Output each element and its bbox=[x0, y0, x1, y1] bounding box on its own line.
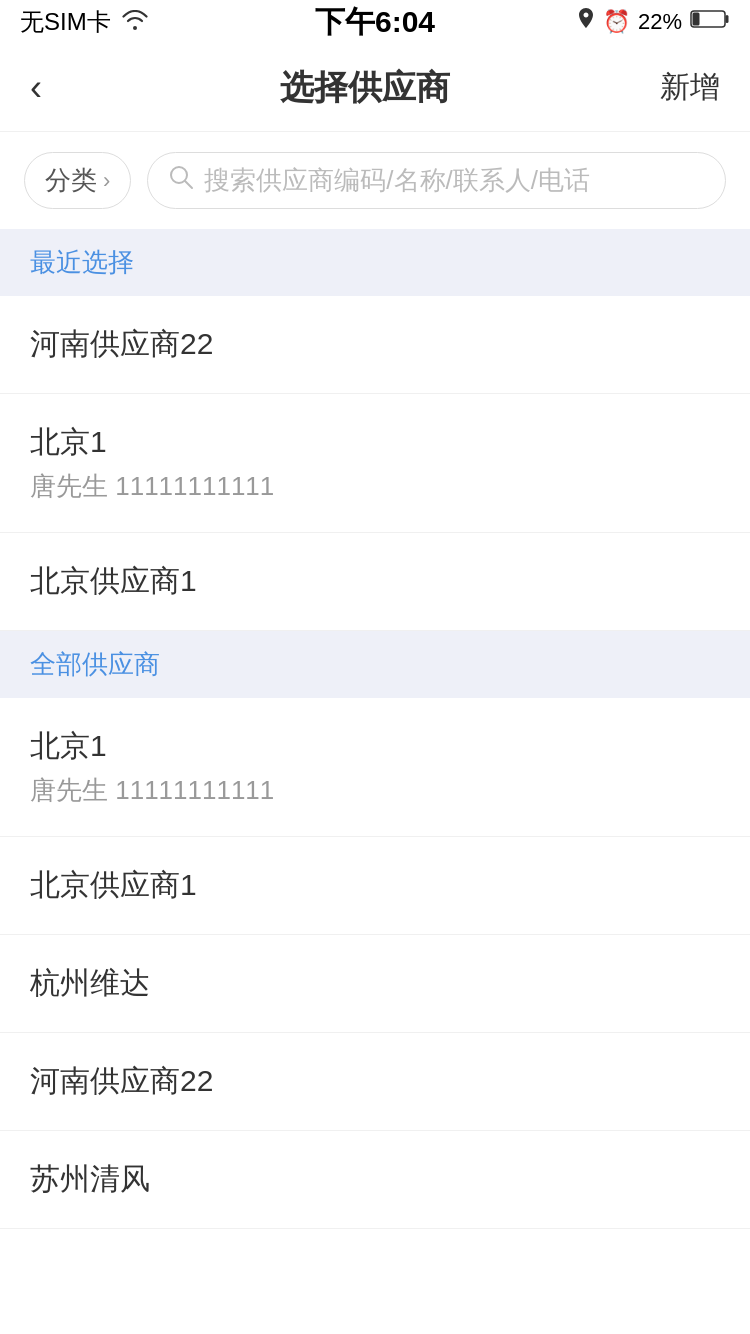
item-name: 北京供应商1 bbox=[30, 865, 720, 906]
recent-section-header: 最近选择 bbox=[0, 229, 750, 296]
recent-items-list: 河南供应商22 北京1 唐先生 11111111111 北京供应商1 bbox=[0, 296, 750, 631]
add-button[interactable]: 新增 bbox=[640, 67, 720, 108]
location-icon bbox=[577, 8, 595, 36]
all-items-list: 北京1 唐先生 11111111111 北京供应商1 杭州维达 河南供应商22 … bbox=[0, 698, 750, 1229]
chevron-right-icon: › bbox=[103, 168, 110, 194]
search-icon bbox=[168, 164, 194, 197]
category-label: 分类 bbox=[45, 163, 97, 198]
nav-bar: ‹ 选择供应商 新增 bbox=[0, 44, 750, 132]
all-section-header: 全部供应商 bbox=[0, 631, 750, 698]
filter-bar: 分类 › 搜索供应商编码/名称/联系人/电话 bbox=[0, 132, 750, 229]
all-section-label: 全部供应商 bbox=[30, 649, 160, 679]
alarm-icon: ⏰ bbox=[603, 9, 630, 35]
svg-rect-1 bbox=[726, 15, 729, 23]
item-name: 北京1 bbox=[30, 422, 720, 463]
recent-section-label: 最近选择 bbox=[30, 247, 134, 277]
list-item[interactable]: 北京1 唐先生 11111111111 bbox=[0, 698, 750, 837]
list-item[interactable]: 苏州清风 bbox=[0, 1131, 750, 1229]
item-name: 北京1 bbox=[30, 726, 720, 767]
battery-icon bbox=[690, 9, 730, 35]
status-left: 无SIM卡 bbox=[20, 6, 149, 38]
list-item[interactable]: 河南供应商22 bbox=[0, 1033, 750, 1131]
item-name: 杭州维达 bbox=[30, 963, 720, 1004]
status-right: ⏰ 22% bbox=[577, 8, 730, 36]
item-name: 北京供应商1 bbox=[30, 561, 720, 602]
status-time: 下午6:04 bbox=[315, 2, 435, 43]
item-name: 河南供应商22 bbox=[30, 324, 720, 365]
list-item[interactable]: 河南供应商22 bbox=[0, 296, 750, 394]
svg-line-4 bbox=[185, 181, 192, 188]
list-item[interactable]: 杭州维达 bbox=[0, 935, 750, 1033]
list-item[interactable]: 北京供应商1 bbox=[0, 533, 750, 631]
carrier-text: 无SIM卡 bbox=[20, 6, 111, 38]
item-name: 苏州清风 bbox=[30, 1159, 720, 1200]
list-item[interactable]: 北京1 唐先生 11111111111 bbox=[0, 394, 750, 533]
wifi-icon bbox=[121, 8, 149, 36]
item-sub: 唐先生 11111111111 bbox=[30, 469, 720, 504]
back-button[interactable]: ‹ bbox=[30, 67, 90, 109]
search-box[interactable]: 搜索供应商编码/名称/联系人/电话 bbox=[147, 152, 726, 209]
battery-text: 22% bbox=[638, 9, 682, 35]
status-bar: 无SIM卡 下午6:04 ⏰ 22% bbox=[0, 0, 750, 44]
item-name: 河南供应商22 bbox=[30, 1061, 720, 1102]
list-item[interactable]: 北京供应商1 bbox=[0, 837, 750, 935]
category-filter-button[interactable]: 分类 › bbox=[24, 152, 131, 209]
item-sub: 唐先生 11111111111 bbox=[30, 773, 720, 808]
search-placeholder: 搜索供应商编码/名称/联系人/电话 bbox=[204, 163, 590, 198]
svg-rect-2 bbox=[693, 13, 700, 26]
page-title: 选择供应商 bbox=[280, 65, 450, 111]
